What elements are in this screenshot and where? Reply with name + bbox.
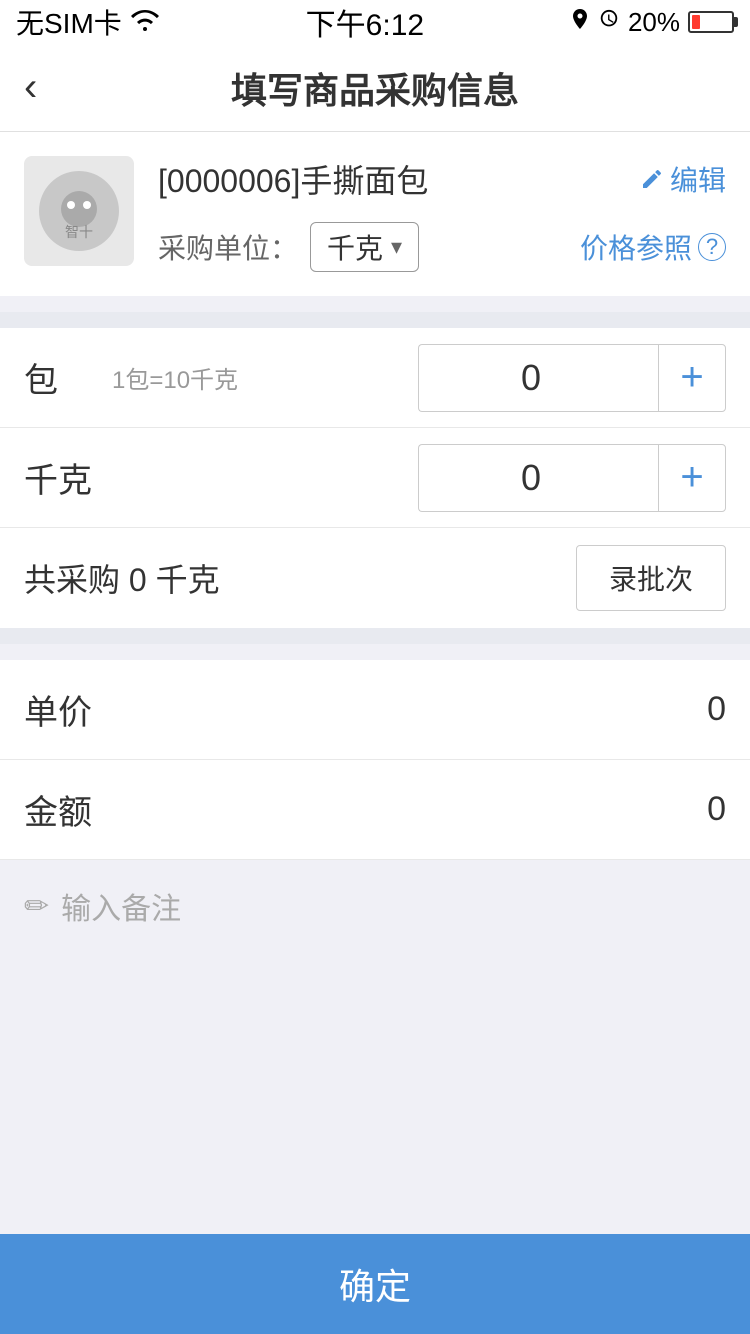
battery-fill (692, 15, 700, 29)
back-button[interactable]: ‹ (24, 65, 84, 110)
price-ref-label: 价格参照 (580, 227, 692, 267)
bag-input-controls: + (418, 344, 726, 412)
carrier-text: 无SIM卡 (16, 2, 122, 42)
wifi-icon (130, 6, 160, 38)
product-unit-row: 采购单位： 千克 ▾ 价格参照 ? (158, 222, 726, 272)
battery-icon (688, 11, 734, 33)
record-batch-button[interactable]: 录批次 (576, 545, 726, 611)
nav-bar: ‹ 填写商品采购信息 (0, 44, 750, 132)
unit-select[interactable]: 千克 ▾ (310, 222, 419, 272)
bag-input-row: 包 1包=10千克 + (0, 328, 750, 428)
bag-label: 包 (24, 353, 104, 402)
help-icon: ? (698, 233, 726, 261)
amount-row: 金额 0 (0, 760, 750, 860)
section-divider-1 (0, 312, 750, 328)
kg-plus-button[interactable]: + (658, 444, 726, 512)
price-reference-button[interactable]: 价格参照 ? (580, 227, 726, 267)
status-right: 20% (570, 7, 734, 38)
price-info-section: 单价 0 金额 0 (0, 660, 750, 860)
bag-quantity-input[interactable] (418, 344, 658, 412)
unit-value: 千克 (327, 227, 383, 267)
alarm-icon (598, 7, 620, 38)
confirm-label: 确定 (339, 1258, 411, 1310)
status-time: 下午6:12 (306, 0, 424, 44)
section-divider-2 (0, 628, 750, 644)
unit-price-row: 单价 0 (0, 660, 750, 760)
unit-label: 采购单位： (158, 227, 298, 267)
product-details: [0000006]手撕面包 编辑 采购单位： 千克 ▾ 价格参照 ? (158, 156, 726, 272)
bag-plus-button[interactable]: + (658, 344, 726, 412)
summary-row: 共采购 0 千克 录批次 (0, 528, 750, 628)
product-name: [0000006]手撕面包 (158, 156, 428, 202)
edit-label: 编辑 (670, 159, 726, 199)
kg-input-row: 千克 + (0, 428, 750, 528)
bag-sub-label: 1包=10千克 (112, 360, 238, 395)
location-icon (570, 7, 590, 38)
page-title: 填写商品采购信息 (231, 62, 519, 114)
kg-label: 千克 (24, 453, 104, 502)
chevron-down-icon: ▾ (391, 234, 402, 260)
amount-value: 0 (707, 790, 726, 829)
notes-section[interactable]: ✏ 输入备注 (0, 860, 750, 1100)
total-purchase-text: 共采购 0 千克 (24, 555, 220, 601)
unit-price-value: 0 (707, 690, 726, 729)
bottom-spacer (0, 1100, 750, 1200)
product-thumbnail: 智十 (24, 156, 134, 266)
amount-label: 金额 (24, 785, 92, 834)
kg-input-controls: + (418, 444, 726, 512)
confirm-button[interactable]: 确定 (0, 1234, 750, 1334)
kg-quantity-input[interactable] (418, 444, 658, 512)
battery-text: 20% (628, 7, 680, 38)
notes-input-row: ✏ 输入备注 (24, 884, 726, 928)
product-logo: 智十 (39, 171, 119, 251)
status-left: 无SIM卡 (16, 2, 160, 42)
status-bar: 无SIM卡 下午6:12 20% (0, 0, 750, 44)
input-section: 包 1包=10千克 + 千克 + 共采购 0 千克 录批次 (0, 328, 750, 628)
notes-placeholder: 输入备注 (61, 884, 181, 928)
product-name-row: [0000006]手撕面包 编辑 (158, 156, 726, 202)
unit-price-label: 单价 (24, 685, 92, 734)
pencil-icon: ✏ (24, 889, 49, 924)
edit-button[interactable]: 编辑 (640, 159, 726, 199)
product-card: 智十 [0000006]手撕面包 编辑 采购单位： 千克 ▾ 价格参照 ? (0, 132, 750, 296)
svg-text:智十: 智十 (65, 224, 93, 240)
